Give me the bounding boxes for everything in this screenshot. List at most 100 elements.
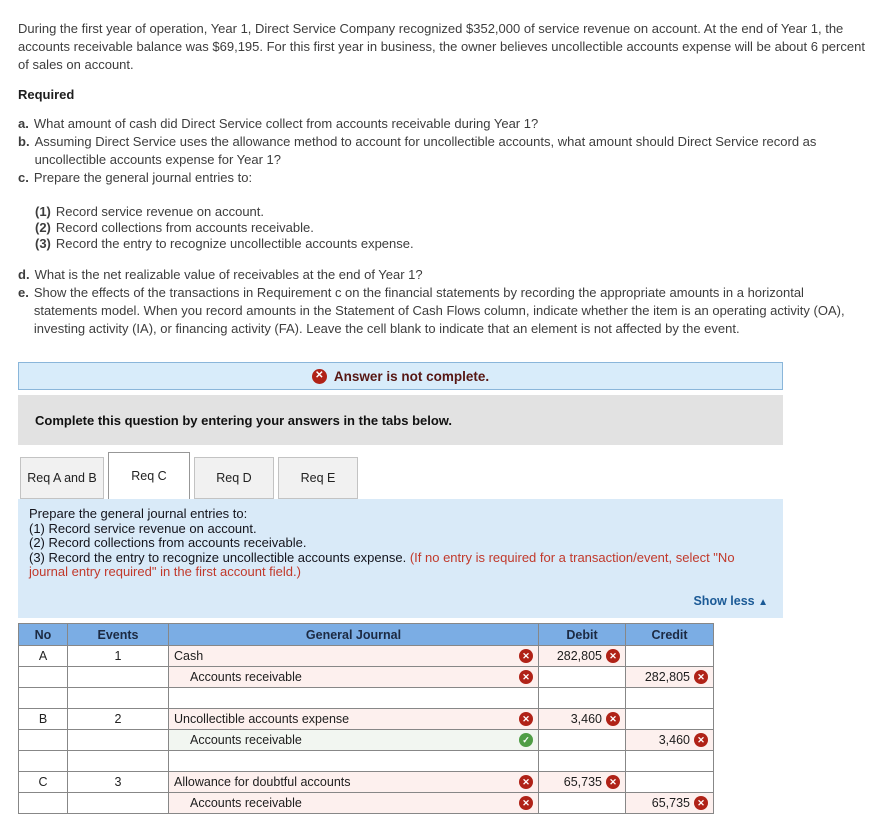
row-event — [67, 729, 169, 751]
journal-row-c-credit: Accounts receivable ✕ 65,735 ✕ — [18, 792, 714, 814]
requirement-b-label: b. — [18, 134, 30, 149]
account-select[interactable]: Uncollectible accounts expense ✕ — [169, 709, 538, 729]
general-journal-table: No Events General Journal Debit Credit A… — [18, 623, 714, 814]
sub-item-2: (2) Record collections from accounts rec… — [35, 220, 864, 236]
requirements-list-abc: a. What amount of cash did Direct Servic… — [18, 115, 864, 187]
panel-line-4-black: (3) Record the entry to recognize uncoll… — [29, 549, 410, 565]
tab-req-d[interactable]: Req D — [194, 457, 274, 499]
req-c-instruction-panel: Prepare the general journal entries to: … — [18, 499, 783, 618]
tab-req-c[interactable]: Req C — [108, 452, 190, 499]
requirement-a-label: a. — [18, 116, 29, 131]
header-events: Events — [67, 623, 169, 646]
account-select[interactable]: Accounts receivable ✕ — [169, 793, 538, 813]
journal-spacer-row — [18, 687, 714, 709]
panel-line-1: Prepare the general journal entries to: — [29, 506, 248, 521]
journal-row-a-credit: Accounts receivable ✕ 282,805 ✕ — [18, 666, 714, 688]
row-no: A — [18, 645, 68, 667]
requirement-e-label: e. — [18, 285, 29, 300]
row-no — [18, 792, 68, 814]
triangle-up-icon: ▲ — [758, 596, 768, 608]
debit-value: 282,805 — [556, 649, 602, 663]
row-no: B — [18, 708, 68, 730]
requirement-d: d. What is the net realizable value of r… — [18, 266, 864, 284]
problem-paragraph: During the first year of operation, Year… — [18, 21, 865, 72]
account-select[interactable]: Cash ✕ — [169, 646, 538, 666]
requirement-b: b. Assuming Direct Service uses the allo… — [18, 133, 864, 169]
error-icon: ✕ — [606, 649, 620, 663]
account-name: Accounts receivable — [190, 796, 302, 810]
credit-cell-empty — [625, 771, 714, 793]
sub-item-1: (1) Record service revenue on account. — [35, 204, 864, 220]
account-name: Uncollectible accounts expense — [174, 712, 350, 726]
debit-input[interactable]: 65,735 ✕ — [539, 772, 625, 792]
sub-item-3: (3) Record the entry to recognize uncoll… — [35, 236, 864, 252]
spacer-cell — [168, 750, 539, 772]
error-icon: ✕ — [694, 733, 708, 747]
credit-input[interactable]: 65,735 ✕ — [626, 793, 713, 813]
error-icon: ✕ — [694, 670, 708, 684]
error-icon: ✕ — [606, 712, 620, 726]
requirement-a-text: What amount of cash did Direct Service c… — [33, 116, 539, 131]
row-event: 3 — [67, 771, 169, 793]
error-icon: ✕ — [311, 368, 327, 384]
requirement-a: a. What amount of cash did Direct Servic… — [18, 115, 864, 133]
credit-cell-empty — [625, 708, 714, 730]
spacer-cell — [18, 750, 68, 772]
sub-item-3-text: Record the entry to recognize uncollecti… — [55, 236, 414, 251]
debit-cell-empty — [538, 666, 626, 688]
required-heading: Required — [18, 87, 75, 102]
journal-spacer-row — [18, 750, 714, 772]
spacer-cell — [625, 687, 714, 709]
requirements-list-de: d. What is the net realizable value of r… — [18, 266, 864, 338]
tab-req-e[interactable]: Req E — [278, 457, 358, 499]
row-event: 1 — [67, 645, 169, 667]
spacer-cell — [538, 750, 626, 772]
sub-item-3-label: (3) — [35, 236, 51, 251]
account-select[interactable]: Accounts receivable ✕ — [169, 667, 538, 687]
requirement-tabs: Req A and B Req C Req D Req E — [20, 452, 882, 499]
account-name: Allowance for doubtful accounts — [174, 775, 351, 789]
journal-entry-sublist: (1) Record service revenue on account. (… — [35, 204, 864, 252]
tab-req-a-and-b[interactable]: Req A and B — [20, 457, 104, 499]
requirement-b-text: Assuming Direct Service uses the allowan… — [34, 134, 817, 167]
error-icon: ✕ — [519, 670, 533, 684]
row-no: C — [18, 771, 68, 793]
journal-row-b-credit: Accounts receivable ✓ 3,460 ✕ — [18, 729, 714, 751]
account-select[interactable]: Allowance for doubtful accounts ✕ — [169, 772, 538, 792]
debit-cell-empty — [538, 792, 626, 814]
show-less-link[interactable]: Show less ▲ — [29, 580, 771, 613]
credit-value: 282,805 — [644, 670, 690, 684]
header-no: No — [18, 623, 68, 646]
answer-status-banner: ✕ Answer is not complete. — [18, 362, 783, 390]
requirement-d-text: What is the net realizable value of rece… — [34, 267, 423, 282]
answer-status-text: Answer is not complete. — [333, 368, 490, 384]
error-icon: ✕ — [694, 796, 708, 810]
error-icon: ✕ — [606, 775, 620, 789]
debit-value: 3,460 — [570, 712, 602, 726]
panel-line-3: (2) Record collections from accounts rec… — [29, 535, 307, 550]
credit-input[interactable]: 282,805 ✕ — [626, 667, 713, 687]
spacer-cell — [538, 687, 626, 709]
complete-question-text: Complete this question by entering your … — [35, 412, 453, 428]
requirement-d-label: d. — [18, 267, 30, 282]
account-select[interactable]: Accounts receivable ✓ — [169, 730, 538, 750]
debit-input[interactable]: 282,805 ✕ — [539, 646, 625, 666]
account-name: Accounts receivable — [190, 733, 302, 747]
spacer-cell — [67, 750, 169, 772]
row-event — [67, 792, 169, 814]
sub-item-2-label: (2) — [35, 220, 51, 235]
spacer-cell — [18, 687, 68, 709]
correct-icon: ✓ — [519, 733, 533, 747]
requirement-e-text: Show the effects of the transactions in … — [33, 285, 845, 336]
complete-question-note: Complete this question by entering your … — [18, 395, 783, 445]
credit-input[interactable]: 3,460 ✕ — [626, 730, 713, 750]
debit-value: 65,735 — [563, 775, 602, 789]
error-icon: ✕ — [519, 796, 533, 810]
error-icon: ✕ — [519, 775, 533, 789]
error-icon: ✕ — [519, 649, 533, 663]
debit-input[interactable]: 3,460 ✕ — [539, 709, 625, 729]
panel-line-4: (3) Record the entry to recognize uncoll… — [29, 549, 771, 580]
credit-cell-empty — [625, 645, 714, 667]
credit-value: 65,735 — [651, 796, 690, 810]
spacer-cell — [168, 687, 539, 709]
